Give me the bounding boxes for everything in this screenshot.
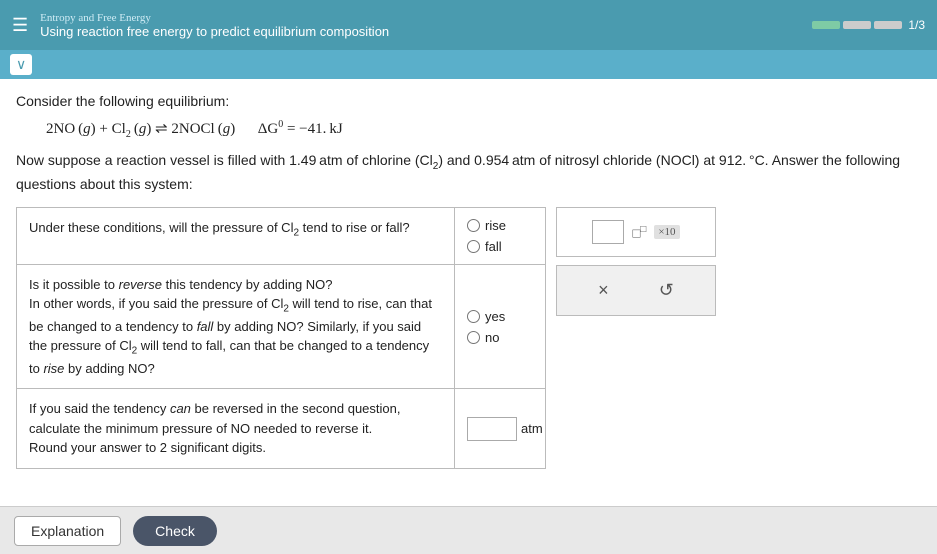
progress-seg-3: [874, 21, 902, 29]
check-button[interactable]: Check: [133, 516, 217, 546]
radio-fall[interactable]: fall: [467, 239, 533, 254]
radio-no-label: no: [485, 330, 499, 345]
question-row-1: Under these conditions, will the pressur…: [17, 208, 545, 265]
question-2-text: Is it possible to reverse this tendency …: [17, 265, 455, 389]
radio-fall-input[interactable]: [467, 240, 480, 253]
app-header: ☰ Entropy and Free Energy Using reaction…: [0, 0, 937, 50]
radio-no[interactable]: no: [467, 330, 533, 345]
progress-bar: [812, 21, 902, 29]
radio-rise[interactable]: rise: [467, 218, 533, 233]
question-1-text: Under these conditions, will the pressur…: [17, 208, 455, 264]
atm-unit-label: atm: [521, 421, 543, 436]
question-2-answer: yes no: [455, 265, 545, 389]
question-row-2: Is it possible to reverse this tendency …: [17, 265, 545, 390]
footer: Explanation Check: [0, 506, 937, 554]
radio-yes-input[interactable]: [467, 310, 480, 323]
equation-text: 2NO (g) + Cl2 (g) ⇌ 2NOCl (g) ΔG0 = −41.…: [46, 121, 343, 137]
pressure-input[interactable]: [467, 417, 517, 441]
equation-block: 2NO (g) + Cl2 (g) ⇌ 2NOCl (g) ΔG0 = −41.…: [46, 119, 921, 140]
question-3-text: If you said the tendency can be reversed…: [17, 389, 455, 468]
radio-rise-input[interactable]: [467, 219, 480, 232]
radio-no-input[interactable]: [467, 331, 480, 344]
cross-button[interactable]: ×: [590, 276, 617, 305]
sub-header: ∨: [0, 50, 937, 79]
question-1-answer: rise fall: [455, 208, 545, 264]
header-title-block: Entropy and Free Energy Using reaction f…: [40, 12, 389, 39]
explanation-button[interactable]: Explanation: [14, 516, 121, 546]
radio-rise-label: rise: [485, 218, 506, 233]
header-topic: Entropy and Free Energy: [40, 12, 389, 24]
radio-yes[interactable]: yes: [467, 309, 533, 324]
right-panel: □□ ×10 × ↺: [556, 207, 716, 316]
problem-text: Now suppose a reaction vessel is filled …: [16, 150, 921, 195]
exponent-box: □□ ×10: [556, 207, 716, 257]
atm-input-row: atm: [467, 417, 533, 441]
question-3-answer: atm: [455, 389, 545, 468]
exponent-input[interactable]: [592, 220, 624, 244]
x10-label: □□: [632, 224, 646, 240]
progress-seg-2: [843, 21, 871, 29]
questions-area: Under these conditions, will the pressur…: [16, 207, 921, 469]
questions-table: Under these conditions, will the pressur…: [16, 207, 546, 469]
progress-seg-1: [812, 21, 840, 29]
symbol-box: × ↺: [556, 265, 716, 316]
undo-button[interactable]: ↺: [651, 276, 682, 305]
radio-fall-label: fall: [485, 239, 502, 254]
intro-text: Consider the following equilibrium:: [16, 93, 921, 109]
x10-badge: ×10: [654, 225, 679, 239]
chevron-button[interactable]: ∨: [10, 54, 32, 75]
main-content: Consider the following equilibrium: 2NO …: [0, 79, 937, 506]
radio-yes-label: yes: [485, 309, 505, 324]
header-main-title: Using reaction free energy to predict eq…: [40, 24, 389, 39]
question-row-3: If you said the tendency can be reversed…: [17, 389, 545, 468]
progress-area: 1/3: [812, 18, 925, 32]
menu-icon[interactable]: ☰: [12, 15, 28, 36]
progress-label: 1/3: [908, 18, 925, 32]
